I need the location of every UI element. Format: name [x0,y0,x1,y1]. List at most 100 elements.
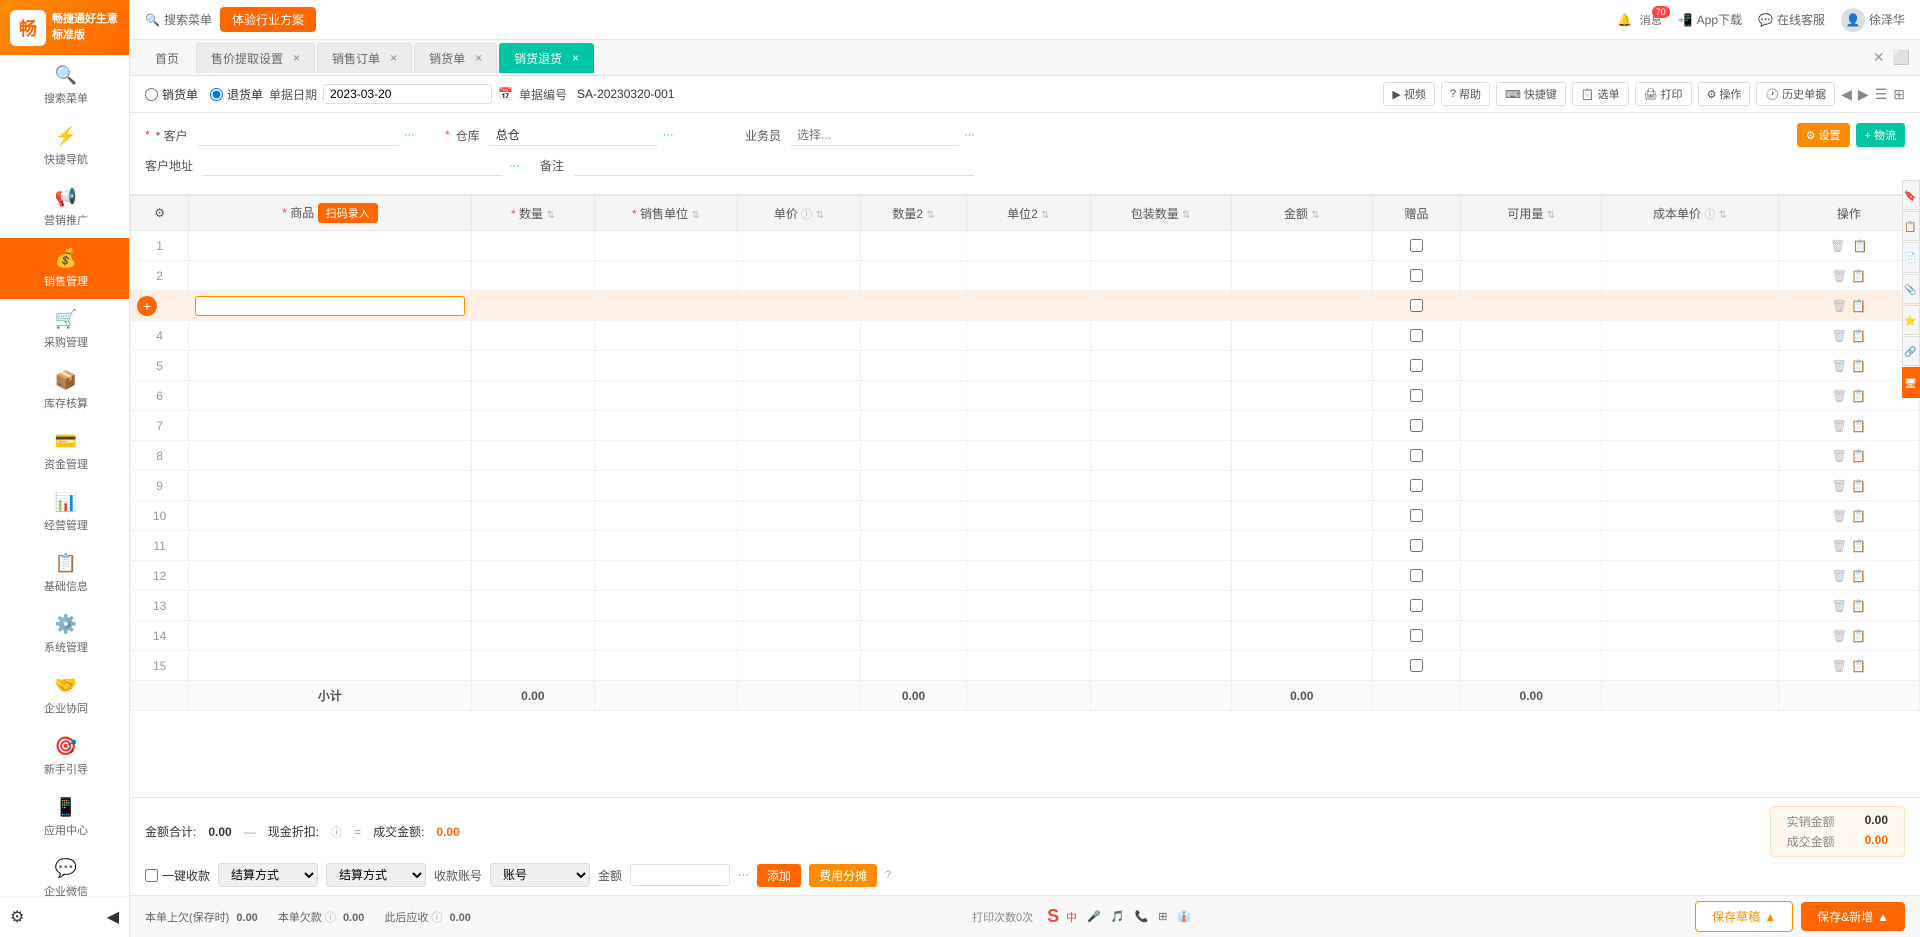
sidebar-item-operation[interactable]: 📊 经营管理 [0,482,129,543]
gift-checkbox-3[interactable] [1410,299,1423,312]
copy-row-icon[interactable]: 📋 [1851,629,1866,643]
copy-row-icon[interactable]: 📋 [1851,449,1866,463]
gift-checkbox[interactable] [1410,419,1423,432]
tab-close-sales-order[interactable]: × [390,51,397,65]
settle-method-select[interactable]: 结算方式 [218,863,318,887]
copy-row-icon[interactable]: 📋 [1851,479,1866,493]
right-btn-7[interactable]: 🖥 [1902,367,1920,398]
user-profile[interactable]: 👤 徐泽华 [1841,8,1905,32]
tab-sales-order[interactable]: 销售订单 × [317,43,412,73]
radio-return-doc[interactable]: 退货单 [210,86,263,103]
sidebar-item-finance[interactable]: 💳 资金管理 [0,421,129,482]
right-btn-3[interactable]: 📄 [1902,242,1920,272]
sidebar-item-guide[interactable]: 🎯 新手引导 [0,726,129,787]
gift-checkbox[interactable] [1410,269,1423,282]
sidebar-item-inventory[interactable]: 📦 库存核算 [0,360,129,421]
col-settings[interactable]: ⚙ [131,196,189,231]
delete-row-icon[interactable]: 🗑 [1832,599,1847,613]
address-select-btn[interactable]: ··· [509,160,520,172]
sidebar-item-system[interactable]: ⚙️ 系统管理 [0,604,129,665]
help-btn[interactable]: ? 帮助 [1441,82,1490,106]
gift-checkbox[interactable] [1410,389,1423,402]
delete-row-icon[interactable]: 🗑 [1832,329,1847,343]
doc-date-input[interactable] [323,84,492,104]
save-draft-btn[interactable]: 保存草稿 ▲ [1695,901,1793,932]
online-service[interactable]: 💬 在线客服 [1758,11,1825,28]
app-download[interactable]: 📲 App下载 [1678,11,1742,28]
warehouse-input[interactable] [490,125,657,146]
copy-row-icon[interactable]: 📋 [1851,569,1866,583]
gift-checkbox[interactable] [1410,539,1423,552]
add-row-btn[interactable]: + [137,296,157,316]
copy-row-icon[interactable]: 📋 [1851,389,1866,403]
customer-input[interactable] [198,125,398,146]
radio-return-input[interactable] [210,88,223,101]
delete-row-icon[interactable]: 🗑 [1832,269,1847,283]
gift-checkbox[interactable] [1410,509,1423,522]
scan-button[interactable]: 扫码录入 [318,203,378,223]
row-price[interactable] [737,231,861,261]
delete-row-icon[interactable]: 🗑 [1832,449,1847,463]
delete-row-icon[interactable]: 🗑 [1832,299,1847,313]
row-qty2[interactable] [861,231,967,261]
remark-input[interactable] [574,155,974,176]
copy-row-icon[interactable]: 📋 [1851,329,1866,343]
gift-checkbox[interactable] [1410,479,1423,492]
next-doc-btn[interactable]: ▶ [1858,86,1869,103]
copy-row-icon[interactable]: 📋 [1851,659,1866,673]
warehouse-select-btn[interactable]: ··· [663,129,674,141]
gift-checkbox[interactable] [1410,629,1423,642]
maximize-btn[interactable]: ⬜ [1893,49,1910,66]
tab-close-price[interactable]: × [293,51,300,65]
delete-row-icon[interactable]: 🗑 [1832,479,1847,493]
list-view-btn[interactable]: ☰ [1875,86,1888,103]
grid-view-btn[interactable]: ⊞ [1893,86,1905,103]
operate-btn[interactable]: ⚙ 操作 [1698,82,1751,106]
tab-sales[interactable]: 销货单 × [414,43,497,73]
video-btn[interactable]: ▶ 视频 [1383,82,1434,106]
delete-row-icon[interactable]: 🗑 [1832,389,1847,403]
right-btn-1[interactable]: 🔖 [1902,180,1920,210]
amount-input[interactable] [630,864,730,886]
radio-sales-input[interactable] [145,88,158,101]
gift-checkbox[interactable] [1410,359,1423,372]
topbar-search[interactable]: 🔍 搜索菜单 [145,11,212,28]
gift-checkbox[interactable] [1410,329,1423,342]
right-btn-6[interactable]: 🔗 [1902,336,1920,366]
single-debt-icon[interactable]: ⓘ [325,912,336,924]
print-btn[interactable]: 🖨 打印 [1635,82,1692,106]
row-pkg-qty[interactable] [1090,231,1231,261]
account-select[interactable]: 账号 [490,863,590,887]
one-click-pay-label[interactable]: 一键收款 [145,867,210,884]
prev-doc-btn[interactable]: ◀ [1841,86,1852,103]
row-cost-price[interactable] [1602,231,1778,261]
copy-row-icon[interactable]: 📋 [1851,269,1866,283]
tab-price-settings[interactable]: 售价提取设置 × [196,43,315,73]
copy-row-icon[interactable]: 📋 [1851,299,1866,313]
row-3-goods-input[interactable] [195,296,464,316]
sidebar-item-shortcut[interactable]: ⚡ 快捷导航 [0,116,129,177]
sidebar-item-purchase[interactable]: 🛒 采购管理 [0,299,129,360]
calc-method-select[interactable]: 结算方式 [326,863,426,887]
copy-row-icon[interactable]: 📋 [1853,239,1868,253]
experience-btn[interactable]: 体验行业方案 [220,7,316,32]
tab-sales-return[interactable]: 销货退货 × [499,43,594,73]
payment-select-btn[interactable]: ··· [738,869,749,881]
staff-select-btn[interactable]: ··· [964,129,975,141]
tab-close-return[interactable]: × [572,51,579,65]
save-new-btn[interactable]: 保存&新增 ▲ [1801,902,1905,931]
delete-row-icon[interactable]: 🗑 [1832,629,1847,643]
notification-bell[interactable]: 🔔 70 消息 [1617,12,1661,28]
copy-row-icon[interactable]: 📋 [1851,359,1866,373]
history-btn[interactable]: 🕐 历史单据 [1756,82,1835,106]
select-btn[interactable]: 📋 选单 [1572,82,1629,106]
staff-input[interactable] [791,125,958,146]
copy-row-icon[interactable]: 📋 [1851,509,1866,523]
right-btn-4[interactable]: 📎 [1902,274,1920,304]
row-unit2[interactable] [967,231,1091,261]
delete-row-icon[interactable]: 🗑 [1832,509,1847,523]
address-input[interactable] [203,155,503,176]
delete-row-icon[interactable]: 🗑 [1832,569,1847,583]
sidebar-item-wechat[interactable]: 💬 企业微信 [0,848,129,896]
right-btn-5[interactable]: ⭐ [1902,305,1920,335]
